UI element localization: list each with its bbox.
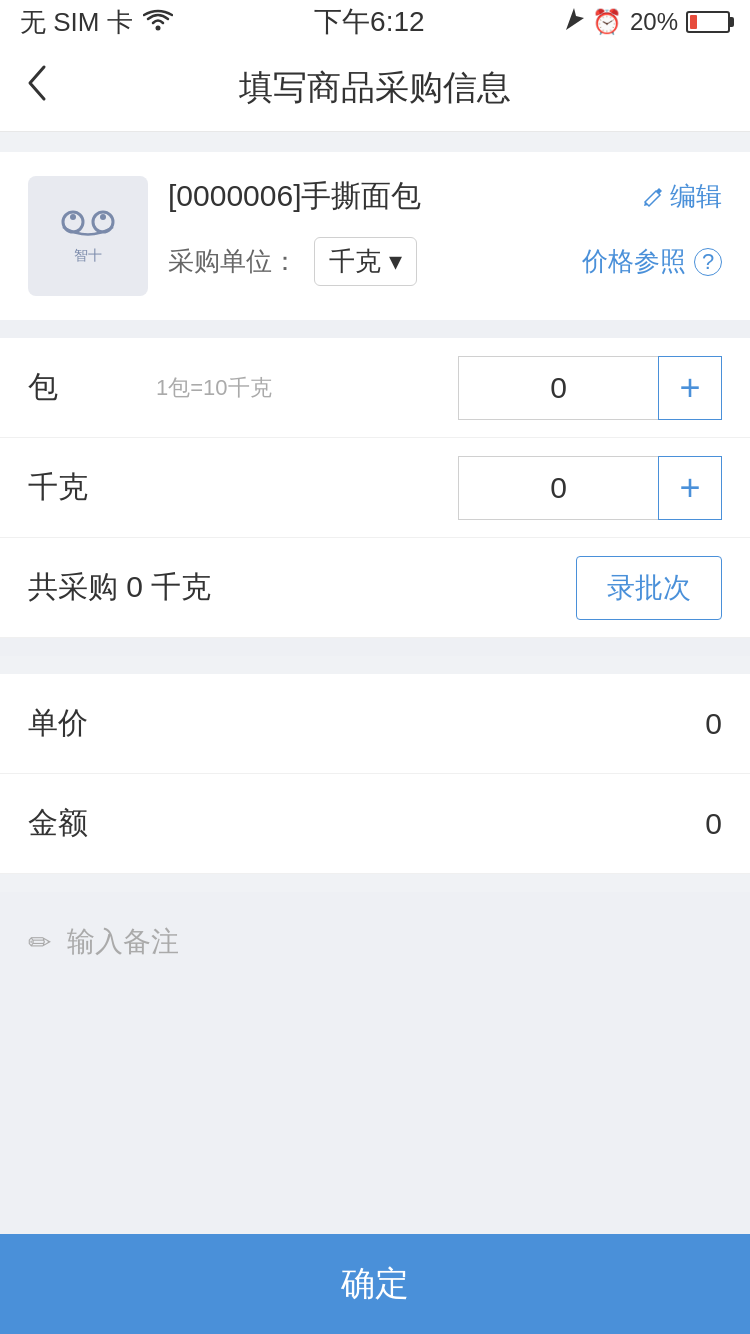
kg-plus-button[interactable]: + bbox=[658, 456, 722, 520]
summary-row: 共采购 0 千克 录批次 bbox=[0, 538, 750, 638]
nav-bar: 填写商品采购信息 bbox=[0, 44, 750, 132]
summary-text: 共采购 0 千克 bbox=[28, 567, 211, 608]
note-placeholder: 输入备注 bbox=[67, 923, 179, 961]
price-section: 单价 0 金额 0 bbox=[0, 674, 750, 874]
unit-select[interactable]: 千克 ▾ bbox=[314, 237, 417, 286]
product-name-row: [0000006]手撕面包 编辑 bbox=[168, 176, 722, 217]
price-ref-label: 价格参照 bbox=[582, 244, 686, 279]
note-icon: ✏ bbox=[28, 926, 51, 959]
unit-price-label: 单价 bbox=[28, 703, 88, 744]
confirm-bar[interactable]: 确定 bbox=[0, 1234, 750, 1334]
bag-input-row: 包 1包=10千克 + bbox=[0, 338, 750, 438]
section-divider-2 bbox=[0, 638, 750, 656]
battery-icon bbox=[686, 11, 730, 33]
wifi-icon bbox=[143, 7, 173, 38]
purchase-unit-row: 采购单位： 千克 ▾ 价格参照 ? bbox=[168, 237, 722, 286]
batch-button[interactable]: 录批次 bbox=[576, 556, 722, 620]
amount-label: 金额 bbox=[28, 803, 88, 844]
bag-input-wrapper: + bbox=[458, 356, 722, 420]
edit-label: 编辑 bbox=[670, 179, 722, 214]
bag-sub-label: 1包=10千克 bbox=[156, 373, 458, 403]
svg-point-5 bbox=[100, 214, 106, 220]
product-name: [0000006]手撕面包 bbox=[168, 176, 421, 217]
unit-value: 千克 bbox=[329, 244, 381, 279]
status-left: 无 SIM 卡 bbox=[20, 5, 173, 40]
alarm-icon: ⏰ bbox=[592, 8, 622, 36]
svg-point-0 bbox=[155, 25, 160, 30]
status-right: ⏰ 20% bbox=[566, 8, 730, 36]
help-icon: ? bbox=[694, 248, 722, 276]
status-bar: 无 SIM 卡 下午6:12 ⏰ 20% bbox=[0, 0, 750, 44]
confirm-button-label: 确定 bbox=[341, 1261, 409, 1307]
input-section: 包 1包=10千克 + 千克 + bbox=[0, 338, 750, 538]
kg-number-input[interactable] bbox=[458, 456, 658, 520]
price-ref-button[interactable]: 价格参照 ? bbox=[582, 244, 722, 279]
unit-price-value: 0 bbox=[705, 707, 722, 741]
summary-label: 共采购 bbox=[28, 570, 118, 603]
section-divider-1 bbox=[0, 320, 750, 338]
amount-value: 0 bbox=[705, 807, 722, 841]
product-info: [0000006]手撕面包 编辑 采购单位： 千克 ▾ 价格参照 ? bbox=[168, 176, 722, 286]
carrier-text: 无 SIM 卡 bbox=[20, 5, 133, 40]
product-card: 智十 [0000006]手撕面包 编辑 采购单位： 千克 ▾ bbox=[0, 152, 750, 320]
dropdown-icon: ▾ bbox=[389, 246, 402, 277]
summary-amount: 0 bbox=[126, 570, 143, 603]
battery-percent: 20% bbox=[630, 8, 678, 36]
summary-unit: 千克 bbox=[151, 570, 211, 603]
unit-price-row: 单价 0 bbox=[0, 674, 750, 774]
bag-plus-button[interactable]: + bbox=[658, 356, 722, 420]
amount-row: 金额 0 bbox=[0, 774, 750, 874]
unit-label: 采购单位： bbox=[168, 244, 298, 279]
kg-input-row: 千克 + bbox=[0, 438, 750, 538]
svg-text:智十: 智十 bbox=[74, 247, 102, 263]
page-title: 填写商品采购信息 bbox=[239, 65, 511, 111]
kg-label: 千克 bbox=[28, 467, 148, 508]
back-button[interactable] bbox=[24, 63, 48, 112]
bag-label: 包 bbox=[28, 367, 148, 408]
kg-input-wrapper: + bbox=[458, 456, 722, 520]
note-section[interactable]: ✏ 输入备注 bbox=[0, 892, 750, 992]
location-icon bbox=[566, 8, 584, 36]
product-image: 智十 bbox=[28, 176, 148, 296]
bag-number-input[interactable] bbox=[458, 356, 658, 420]
svg-marker-1 bbox=[566, 8, 584, 30]
svg-point-4 bbox=[70, 214, 76, 220]
product-logo: 智十 bbox=[48, 192, 128, 280]
edit-button[interactable]: 编辑 bbox=[642, 179, 722, 214]
status-time: 下午6:12 bbox=[314, 3, 425, 41]
